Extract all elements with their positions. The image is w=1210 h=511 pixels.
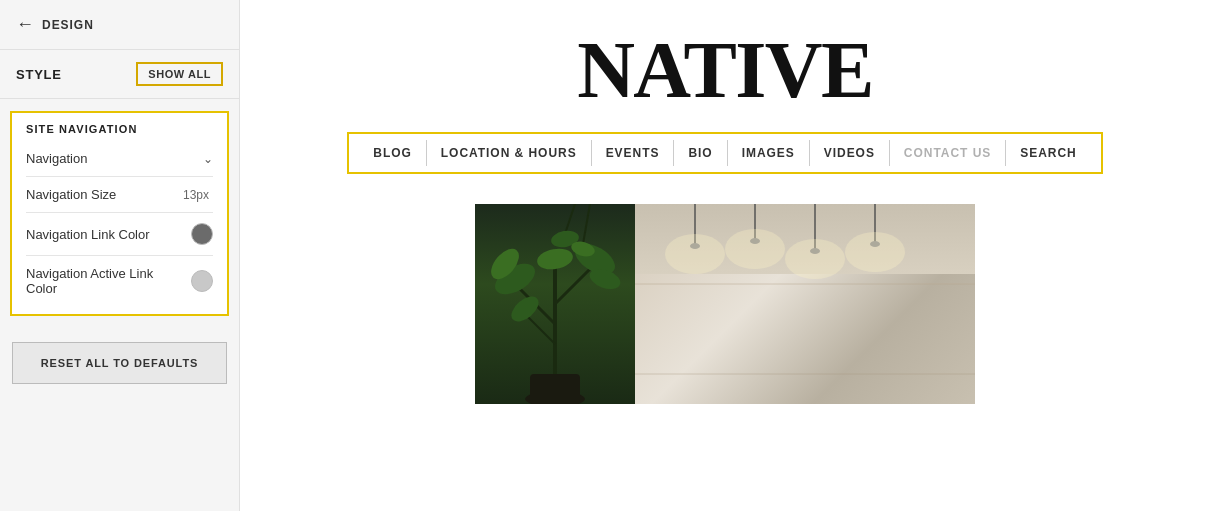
navigation-link-color-swatch[interactable] [191, 223, 213, 245]
svg-point-25 [725, 229, 785, 269]
divider [26, 176, 213, 177]
nav-item-videos[interactable]: VIDEOS [810, 140, 890, 166]
svg-line-14 [583, 204, 590, 244]
navigation-size-value: 13px [183, 188, 209, 202]
navigation-link-color-label: Navigation Link Color [26, 227, 191, 242]
style-label: STYLE [16, 67, 136, 82]
svg-line-12 [565, 204, 575, 234]
sidebar-header: ← DESIGN [0, 0, 239, 50]
navigation-bar: BLOG LOCATION & HOURS EVENTS BIO IMAGES … [347, 132, 1102, 174]
site-nav-section: SITE NAVIGATION Navigation ⌄ Navigation … [10, 111, 229, 316]
chevron-down-icon: ⌄ [203, 152, 213, 166]
preview-image [475, 204, 975, 404]
navigation-active-link-label: Navigation Active LinkColor [26, 266, 191, 296]
preview-image-left [475, 204, 635, 404]
navigation-active-link-color-swatch[interactable] [191, 270, 213, 292]
nav-item-bio[interactable]: BIO [674, 140, 727, 166]
svg-line-4 [555, 264, 595, 304]
section-title: SITE NAVIGATION [12, 123, 227, 143]
main-content: NATIVE BLOG LOCATION & HOURS EVENTS BIO … [240, 0, 1210, 511]
nav-item-contact[interactable]: CONTACT US [890, 140, 1006, 166]
nav-item-location[interactable]: LOCATION & HOURS [427, 140, 592, 166]
nav-item-events[interactable]: EVENTS [592, 140, 675, 166]
navigation-size-row[interactable]: Navigation Size 13px [12, 179, 227, 210]
preview-image-right [635, 204, 975, 404]
sidebar: ← DESIGN STYLE SHOW ALL SITE NAVIGATION … [0, 0, 240, 511]
interior-svg [635, 204, 975, 404]
nav-item-search[interactable]: SEARCH [1006, 140, 1090, 166]
svg-point-26 [785, 239, 845, 279]
navigation-active-link-color-row[interactable]: Navigation Active LinkColor [12, 258, 227, 304]
reset-all-button[interactable]: RESET ALL TO DEFAULTS [12, 342, 227, 384]
divider-2 [26, 212, 213, 213]
svg-rect-1 [530, 374, 580, 404]
back-arrow-icon[interactable]: ← [16, 14, 34, 35]
style-row: STYLE SHOW ALL [0, 50, 239, 99]
svg-point-27 [845, 232, 905, 272]
design-label: DESIGN [42, 18, 94, 32]
divider-3 [26, 255, 213, 256]
navigation-row[interactable]: Navigation ⌄ [12, 143, 227, 174]
navigation-link-color-row[interactable]: Navigation Link Color [12, 215, 227, 253]
plant-svg [475, 204, 635, 404]
navigation-label: Navigation [26, 151, 203, 166]
navigation-size-label: Navigation Size [26, 187, 183, 202]
site-title: NATIVE [577, 0, 873, 110]
svg-point-9 [507, 292, 543, 326]
show-all-button[interactable]: SHOW ALL [136, 62, 223, 86]
svg-point-8 [536, 246, 575, 272]
nav-item-blog[interactable]: BLOG [359, 140, 427, 166]
nav-item-images[interactable]: IMAGES [728, 140, 810, 166]
svg-point-24 [665, 234, 725, 274]
